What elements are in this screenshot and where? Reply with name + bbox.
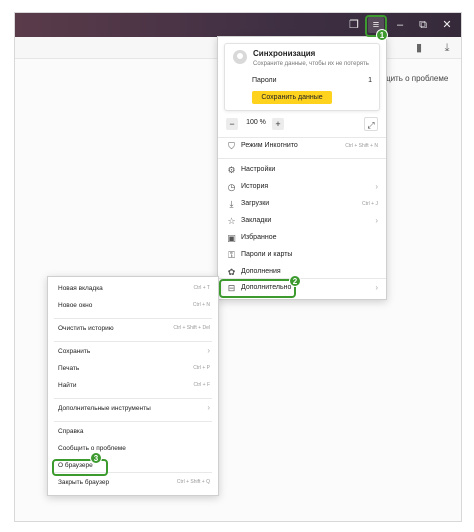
submenu-item-5[interactable]: Найти Ctrl + F bbox=[48, 378, 218, 394]
page-content-text: щить о проблеме bbox=[384, 74, 449, 83]
main-menu: Синхронизация Сохраните данные, чтобы их… bbox=[217, 36, 387, 300]
sync-card: Синхронизация Сохраните данные, чтобы их… bbox=[224, 43, 380, 111]
zoom-in-button[interactable]: + bbox=[272, 118, 284, 130]
submenu-item-4[interactable]: Печать Ctrl + P bbox=[48, 361, 218, 377]
submenu-item-label: Очистить историю bbox=[58, 325, 114, 332]
menu-item-shortcut: Ctrl + Shift + N bbox=[345, 143, 378, 149]
menu-item-label: Пароли и карты bbox=[241, 251, 293, 258]
submenu-item-2[interactable]: Очистить историю Ctrl + Shift + Del bbox=[48, 321, 218, 337]
submenu-item-shortcut: Ctrl + P bbox=[193, 365, 210, 371]
divider bbox=[54, 398, 212, 399]
menu-item-icon: ⚙ bbox=[227, 165, 236, 175]
menu-item-shortcut: Ctrl + J bbox=[362, 201, 378, 207]
avatar bbox=[233, 50, 247, 64]
menu-item-0[interactable]: ⚙ Настройки bbox=[218, 163, 386, 179]
submenu-item-label: Сообщить о проблеме bbox=[58, 445, 126, 452]
submenu-item-shortcut: Ctrl + N bbox=[192, 302, 210, 308]
chevron-right-icon: › bbox=[207, 346, 210, 355]
menu-item-label: История bbox=[241, 183, 269, 190]
submenu-item-label: Сохранить bbox=[58, 348, 91, 355]
submenu-item-shortcut: Ctrl + F bbox=[193, 382, 210, 388]
tabs-icon[interactable]: ❐ bbox=[346, 17, 362, 33]
menu-item-label: Режим Инкогнито bbox=[241, 142, 298, 149]
menu-item-label: Загрузки bbox=[241, 200, 270, 207]
submenu-item-shortcut: Ctrl + T bbox=[193, 285, 210, 291]
passwords-label[interactable]: Пароли bbox=[252, 77, 277, 84]
submenu-item-label: Закрыть браузер bbox=[58, 479, 110, 486]
divider bbox=[218, 137, 386, 138]
chevron-right-icon: › bbox=[375, 283, 378, 292]
menu-item-2[interactable]: ⤓ Загрузки Ctrl + J bbox=[218, 197, 386, 213]
menu-item-icon: ⚿ bbox=[228, 250, 235, 260]
restore-icon[interactable]: ⧉ bbox=[415, 17, 431, 33]
divider bbox=[218, 158, 386, 159]
download-icon[interactable]: ⤓ bbox=[439, 40, 455, 56]
submenu-item-label: Справка bbox=[58, 428, 84, 435]
passwords-count: 1 bbox=[368, 77, 372, 84]
divider bbox=[54, 318, 212, 319]
menu-item-icon: ✿ bbox=[227, 267, 236, 277]
badge-1: 1 bbox=[376, 29, 388, 41]
chevron-right-icon: › bbox=[375, 182, 378, 191]
zoom-out-button[interactable]: − bbox=[226, 118, 238, 130]
chevron-right-icon: › bbox=[375, 216, 378, 225]
menu-item-3[interactable]: ☆ Закладки › bbox=[218, 214, 386, 230]
submenu-item-label: Найти bbox=[58, 382, 77, 389]
submenu-item-label: Печать bbox=[58, 365, 80, 372]
submenu-item-3[interactable]: Сохранить › bbox=[48, 344, 218, 360]
menu-item-icon: ◷ bbox=[227, 182, 236, 192]
menu-item-icon: ▣ bbox=[227, 233, 236, 243]
submenu-item-6[interactable]: Дополнительные инструменты › bbox=[48, 401, 218, 417]
submenu-item-label: Новое окно bbox=[58, 302, 93, 309]
menu-item-label: Избранное bbox=[241, 234, 277, 241]
menu-item-5[interactable]: ⚿ Пароли и карты bbox=[218, 248, 386, 264]
menu-item-4[interactable]: ▣ Избранное bbox=[218, 231, 386, 247]
menu-item-1[interactable]: ◷ История › bbox=[218, 180, 386, 196]
sync-title: Синхронизация bbox=[253, 49, 316, 58]
highlight-more-item bbox=[219, 279, 296, 298]
menu-item-label: Закладки bbox=[241, 217, 272, 224]
menu-item-label: Дополнения bbox=[241, 268, 281, 275]
menu-item-icon: ⤓ bbox=[229, 199, 234, 209]
close-icon[interactable]: ✕ bbox=[439, 17, 455, 33]
fullscreen-icon[interactable]: ⤢ bbox=[364, 117, 378, 131]
submenu-item-shortcut: Ctrl + Shift + Q bbox=[176, 479, 210, 485]
submenu-item-label: Новая вкладка bbox=[58, 285, 103, 292]
menu-item-label: Настройки bbox=[241, 166, 276, 173]
bookmark-icon[interactable]: ▮ bbox=[411, 40, 427, 56]
submenu-item-1[interactable]: Новое окно Ctrl + N bbox=[48, 298, 218, 314]
submenu-item-7[interactable]: Справка bbox=[48, 424, 218, 440]
sync-subtitle: Сохраните данные, чтобы их не потерять bbox=[253, 61, 369, 67]
menu-item-icon: ☆ bbox=[227, 216, 236, 226]
minimize-icon[interactable]: – bbox=[392, 17, 408, 33]
title-bar: ❐ ≡ – ⧉ ✕ bbox=[15, 13, 461, 37]
submenu-item-10[interactable]: Закрыть браузер Ctrl + Shift + Q bbox=[48, 475, 218, 491]
menu-item-incognito[interactable]: ⛉ Режим Инкогнито Ctrl + Shift + N bbox=[218, 139, 386, 155]
divider bbox=[54, 341, 212, 342]
incognito-icon: ⛉ bbox=[228, 141, 235, 151]
badge-2: 2 bbox=[289, 275, 301, 287]
zoom-row: − 100 % + ⤢ bbox=[226, 117, 378, 131]
submenu-item-label: Дополнительные инструменты bbox=[58, 405, 151, 412]
submenu-item-0[interactable]: Новая вкладка Ctrl + T bbox=[48, 281, 218, 297]
submenu-item-8[interactable]: Сообщить о проблеме bbox=[48, 441, 218, 457]
badge-3: 3 bbox=[90, 452, 102, 464]
submenu-item-shortcut: Ctrl + Shift + Del bbox=[173, 325, 210, 331]
chevron-right-icon: › bbox=[207, 403, 210, 412]
divider bbox=[54, 421, 212, 422]
save-data-button[interactable]: Сохранить данные bbox=[252, 91, 332, 104]
zoom-value: 100 % bbox=[246, 119, 266, 126]
